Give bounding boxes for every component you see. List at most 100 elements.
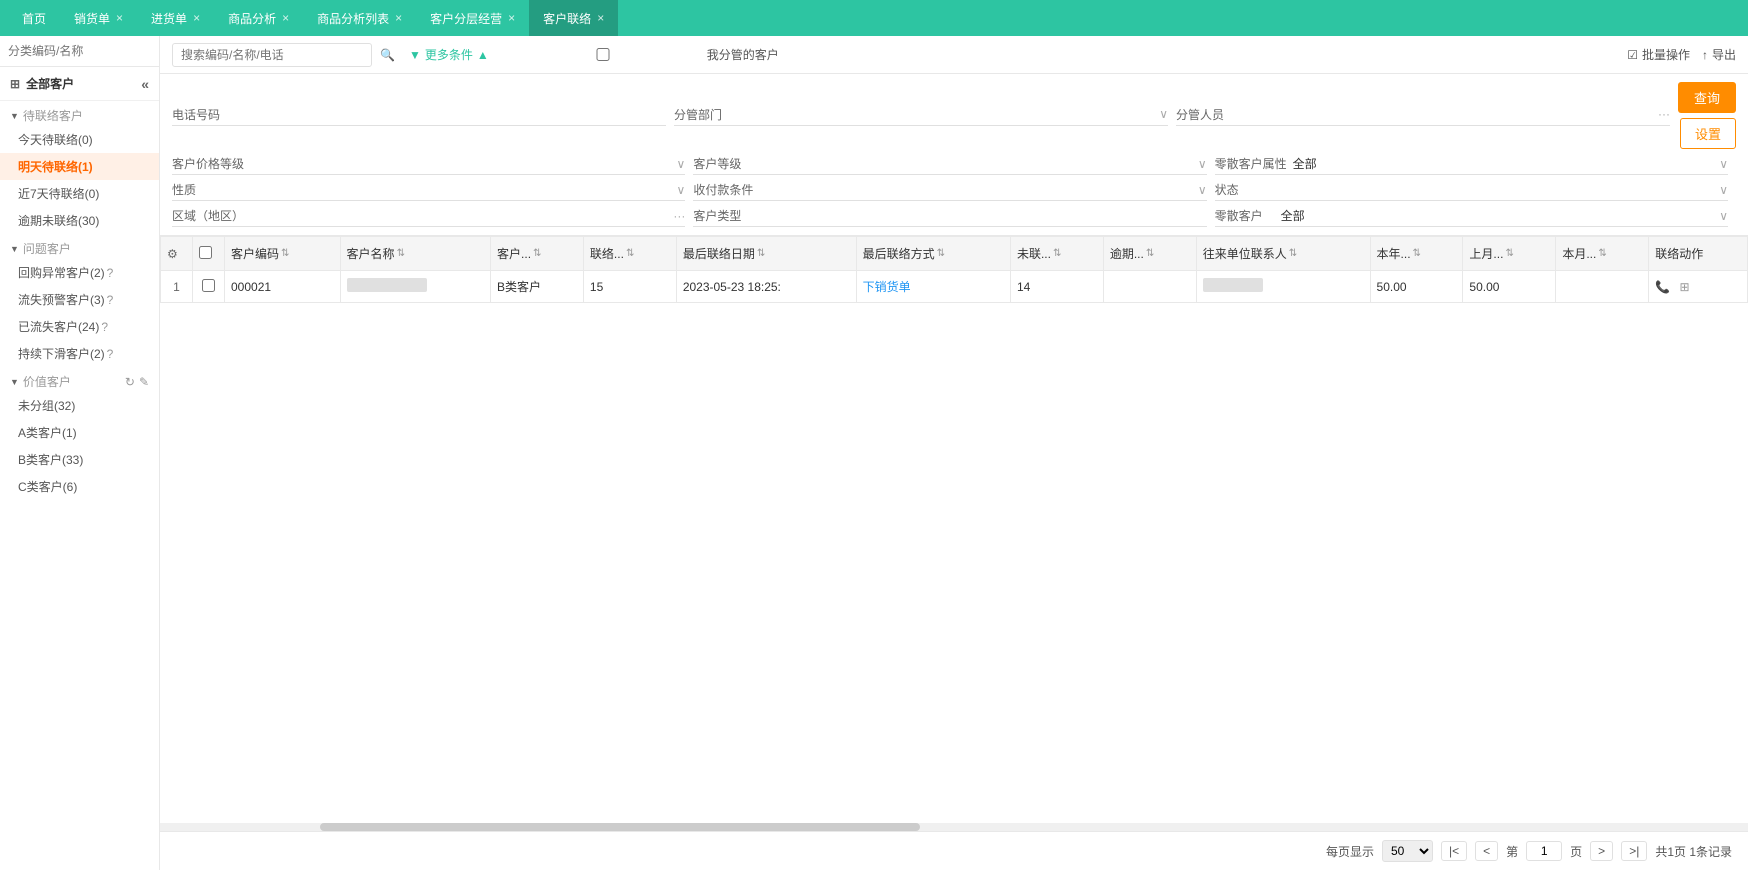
- customer-level-icon[interactable]: ∨: [1198, 157, 1207, 171]
- info-icon-1[interactable]: ?: [107, 293, 114, 307]
- sidebar-item-churn-warning[interactable]: 流失预警客户(3) ?: [0, 286, 159, 313]
- region-dots[interactable]: ···: [673, 209, 685, 223]
- close-product-list-tab[interactable]: ×: [395, 11, 402, 25]
- status-icon[interactable]: ∨: [1719, 183, 1728, 197]
- field-manager[interactable]: 分管人员 ···: [1176, 106, 1670, 126]
- nav-home[interactable]: 首页: [8, 0, 60, 36]
- nav-customer-contact[interactable]: 客户联络 ×: [529, 0, 618, 36]
- sidebar-item-7days-contact[interactable]: 近7天待联络(0): [0, 180, 159, 207]
- sidebar-item-repurchase-abnormal[interactable]: 回购异常客户(2) ?: [0, 259, 159, 286]
- edit-icon[interactable]: ✎: [139, 375, 149, 389]
- sidebar-item-overdue-contact[interactable]: 逾期未联络(30): [0, 207, 159, 234]
- batch-icon: ☑: [1627, 48, 1638, 62]
- batch-op-btn[interactable]: ☑ 批量操作: [1627, 46, 1690, 63]
- sort-level-icon[interactable]: ⇅: [533, 248, 541, 259]
- sidebar-item-tomorrow-contact[interactable]: 明天待联络(1): [0, 153, 159, 180]
- dept-dropdown-icon[interactable]: ∨: [1159, 107, 1168, 121]
- info-icon-3[interactable]: ?: [107, 347, 114, 361]
- cell-checkbox: [193, 271, 225, 303]
- sort-uncontact-icon[interactable]: ⇅: [1053, 248, 1061, 259]
- row-action-more-icon[interactable]: ⊞: [1680, 280, 1690, 294]
- field-dept[interactable]: 分管部门 ∨: [674, 106, 1168, 126]
- sidebar-item-churned[interactable]: 已流失客户(24) ?: [0, 313, 159, 340]
- cell-last-way: 下销货单: [856, 271, 1010, 303]
- nav-product-analysis-list[interactable]: 商品分析列表 ×: [303, 0, 416, 36]
- sort-code-icon[interactable]: ⇅: [281, 248, 289, 259]
- col-last-way: 最后联络方式 ⇅: [856, 237, 1010, 271]
- sort-person-icon[interactable]: ⇅: [1289, 248, 1297, 259]
- sidebar-item-c-customers[interactable]: C类客户(6): [0, 473, 159, 500]
- row-checkbox[interactable]: [202, 279, 215, 292]
- page-next-btn[interactable]: >: [1590, 841, 1613, 861]
- sort-month-icon[interactable]: ⇅: [1598, 248, 1606, 259]
- field-customer-type[interactable]: 客户类型: [693, 207, 1206, 227]
- person-placeholder: [1203, 278, 1263, 292]
- field-price-level[interactable]: 客户价格等级 ∨: [172, 155, 685, 175]
- page-prev-btn[interactable]: <: [1475, 841, 1498, 861]
- more-conditions-btn[interactable]: ▼ 更多条件 ▲: [403, 42, 495, 67]
- field-nature[interactable]: 性质 ∨: [172, 181, 685, 201]
- sidebar-item-ungrouped[interactable]: 未分组(32): [0, 392, 159, 419]
- nav-purchase[interactable]: 进货单 ×: [137, 0, 214, 36]
- field-status[interactable]: 状态 ∨: [1215, 181, 1728, 201]
- field-payment[interactable]: 收付款条件 ∨: [693, 181, 1206, 201]
- sort-year-icon[interactable]: ⇅: [1413, 248, 1421, 259]
- sidebar-item-declining[interactable]: 持续下滑客户(2) ?: [0, 340, 159, 367]
- last-way-link[interactable]: 下销货单: [863, 280, 911, 294]
- query-buttons: 查询 设置: [1678, 82, 1736, 149]
- info-icon-2[interactable]: ?: [101, 320, 108, 334]
- field-retail-attr[interactable]: 零散客户属性 全部 ∨: [1215, 155, 1728, 175]
- per-page-select[interactable]: 50 100 200: [1382, 840, 1433, 862]
- nav-customer-tier[interactable]: 客户分层经营 ×: [416, 0, 529, 36]
- retail-attr-value: 全部: [1293, 155, 1714, 172]
- select-all-checkbox[interactable]: [199, 246, 212, 259]
- retail-attr-icon[interactable]: ∨: [1719, 157, 1728, 171]
- page-label: 第: [1506, 843, 1518, 860]
- sidebar-all-customers[interactable]: ⊞ 全部客户 «: [0, 67, 159, 101]
- info-icon-0[interactable]: ?: [107, 266, 114, 280]
- retail-customer-icon[interactable]: ∨: [1719, 209, 1728, 223]
- sort-name-icon[interactable]: ⇅: [397, 248, 405, 259]
- my-customers-checkbox[interactable]: 我分管的客户: [503, 46, 779, 63]
- my-customers-check[interactable]: [503, 48, 703, 61]
- reset-button[interactable]: 设置: [1680, 118, 1736, 149]
- nav-sales[interactable]: 销货单 ×: [60, 0, 137, 36]
- search-input[interactable]: [172, 43, 372, 67]
- close-product-analysis-tab[interactable]: ×: [282, 11, 289, 25]
- close-customer-tier-tab[interactable]: ×: [508, 11, 515, 25]
- field-region[interactable]: 区域（地区） ···: [172, 207, 685, 227]
- retail-customer-label: 零散客户: [1215, 207, 1275, 224]
- sort-last-month-icon[interactable]: ⇅: [1505, 248, 1513, 259]
- collapse-icon[interactable]: «: [141, 76, 149, 92]
- field-customer-level[interactable]: 客户等级 ∨: [693, 155, 1206, 175]
- refresh-icon[interactable]: ↻: [125, 375, 135, 389]
- sort-last-way-icon[interactable]: ⇅: [937, 248, 945, 259]
- row-action-phone-icon[interactable]: 📞: [1655, 280, 1670, 294]
- nature-icon[interactable]: ∨: [677, 183, 686, 197]
- sidebar-item-today-contact[interactable]: 今天待联络(0): [0, 126, 159, 153]
- field-retail-customer[interactable]: 零散客户 全部 ∨: [1215, 207, 1728, 227]
- page-first-btn[interactable]: |<: [1441, 841, 1467, 861]
- query-button[interactable]: 查询: [1678, 82, 1736, 113]
- price-level-icon[interactable]: ∨: [677, 157, 686, 171]
- close-sales-tab[interactable]: ×: [116, 11, 123, 25]
- col-last-date: 最后联络日期 ⇅: [676, 237, 856, 271]
- horizontal-scrollbar[interactable]: [160, 823, 1748, 831]
- export-btn[interactable]: ↑ 导出: [1702, 46, 1736, 63]
- manager-dots[interactable]: ···: [1658, 107, 1670, 121]
- sort-overdue-icon[interactable]: ⇅: [1146, 248, 1154, 259]
- sidebar-item-b-customers[interactable]: B类客户(33): [0, 446, 159, 473]
- nav-product-analysis[interactable]: 商品分析 ×: [214, 0, 303, 36]
- column-settings-icon[interactable]: ⚙: [167, 247, 178, 261]
- sidebar-item-a-customers[interactable]: A类客户(1): [0, 419, 159, 446]
- payment-icon[interactable]: ∨: [1198, 183, 1207, 197]
- sidebar-search-input[interactable]: [8, 44, 160, 58]
- close-purchase-tab[interactable]: ×: [193, 11, 200, 25]
- page-number-input[interactable]: 1: [1526, 841, 1562, 861]
- page-last-btn[interactable]: >|: [1621, 841, 1647, 861]
- scrollbar-thumb[interactable]: [320, 823, 920, 831]
- search-icon[interactable]: 🔍: [380, 48, 395, 62]
- sort-last-date-icon[interactable]: ⇅: [757, 248, 765, 259]
- close-customer-contact-tab[interactable]: ×: [597, 11, 604, 25]
- sort-contact-icon[interactable]: ⇅: [626, 248, 634, 259]
